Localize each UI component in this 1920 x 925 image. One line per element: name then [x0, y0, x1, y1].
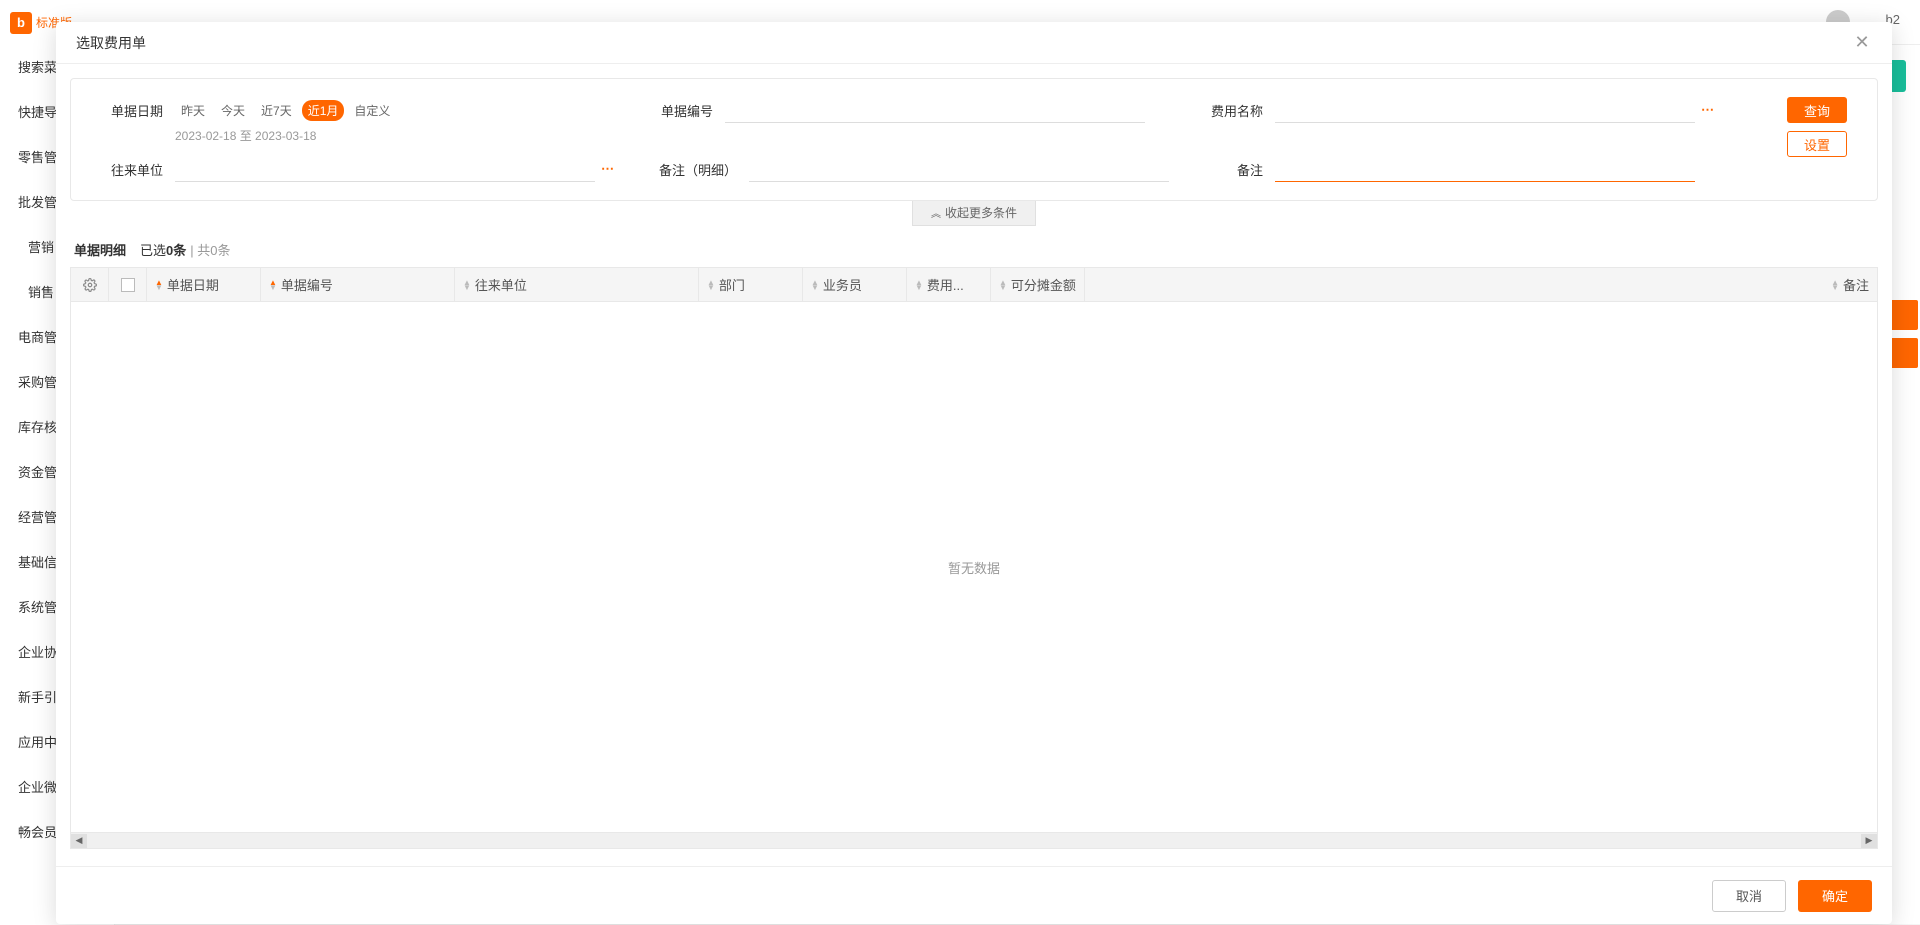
filter-actions: 查询 设置 [1787, 97, 1847, 157]
filter-label-vendor: 往来单位 [101, 160, 163, 179]
filter-panel: 单据日期 昨天 今天 近7天 近1月 自定义 单据编号 费用名称 [70, 78, 1878, 201]
sort-icon: ▲▼ [1831, 280, 1839, 290]
logo-mark: b [10, 12, 32, 34]
filter-remark: 备注 [1201, 156, 1847, 182]
select-all-cell[interactable] [109, 268, 147, 301]
filter-remark-detail: 备注（明细） [651, 156, 1201, 182]
filter-label-doc-code: 单据编号 [651, 101, 713, 120]
filter-fee-name: 费用名称 ⋯ [1201, 97, 1847, 123]
confirm-button[interactable]: 确定 [1798, 880, 1872, 912]
gear-icon [83, 278, 97, 292]
modal-footer: 取消 确定 [56, 866, 1892, 924]
col-bizperson[interactable]: ▲▼业务员 [803, 268, 907, 301]
remark-detail-input[interactable] [749, 156, 1169, 182]
col-dept[interactable]: ▲▼部门 [699, 268, 803, 301]
scroll-left-icon[interactable]: ◀ [71, 834, 87, 848]
sort-icon: ▲▼ [155, 280, 163, 290]
date-quick-7days[interactable]: 近7天 [255, 100, 298, 121]
sort-icon: ▲▼ [269, 280, 277, 290]
selected-count: 已选0条 [140, 240, 186, 259]
grid-empty: 暂无数据 [71, 302, 1877, 832]
col-code[interactable]: ▲▼单据编号 [261, 268, 455, 301]
grid-header: ▲▼单据日期 ▲▼单据编号 ▲▼往来单位 ▲▼部门 ▲▼业务员 ▲▼费用... … [71, 268, 1877, 302]
bg-side-icon[interactable] [1888, 300, 1918, 330]
filter-label-date: 单据日期 [101, 101, 163, 120]
remark-input[interactable] [1275, 156, 1695, 182]
modal-select-expense: 选取费用单 ✕ 单据日期 昨天 今天 近7天 近1月 自定义 单据编号 [56, 22, 1892, 924]
sort-icon: ▲▼ [463, 280, 471, 290]
date-quick-picker: 昨天 今天 近7天 近1月 自定义 [175, 100, 396, 121]
modal-header: 选取费用单 ✕ [56, 22, 1892, 64]
date-range-text: 2023-02-18 至 2023-03-18 [175, 127, 1847, 144]
sort-icon: ▲▼ [707, 280, 715, 290]
total-count: | 共0条 [190, 240, 230, 259]
filter-label-fee-name: 费用名称 [1201, 101, 1263, 120]
modal-title: 选取费用单 [76, 33, 1852, 53]
filter-label-remark: 备注 [1201, 160, 1263, 179]
filter-label-remark-detail: 备注（明细） [651, 160, 737, 179]
collapse-label: 收起更多条件 [945, 204, 1017, 221]
query-button[interactable]: 查询 [1787, 97, 1847, 123]
column-settings-button[interactable] [71, 268, 109, 301]
date-quick-yesterday[interactable]: 昨天 [175, 100, 211, 121]
horizontal-scrollbar[interactable]: ◀ ▶ [71, 832, 1877, 848]
sort-icon: ▲▼ [811, 280, 819, 290]
bg-side-icon[interactable] [1888, 338, 1918, 368]
vendor-input[interactable] [175, 156, 595, 182]
detail-title: 单据明细 [74, 240, 126, 259]
empty-text: 暂无数据 [948, 558, 1000, 577]
cancel-button[interactable]: 取消 [1712, 880, 1786, 912]
filter-vendor: 往来单位 ⋯ [101, 156, 651, 182]
filter-date: 单据日期 昨天 今天 近7天 近1月 自定义 [101, 97, 651, 123]
detail-header: 单据明细 已选0条 | 共0条 [70, 240, 1878, 259]
modal-body: 单据日期 昨天 今天 近7天 近1月 自定义 单据编号 费用名称 [56, 64, 1892, 866]
settings-button[interactable]: 设置 [1787, 131, 1847, 157]
date-quick-today[interactable]: 今天 [215, 100, 251, 121]
scroll-right-icon[interactable]: ▶ [1861, 834, 1877, 848]
col-fee[interactable]: ▲▼费用... [907, 268, 991, 301]
col-vendor[interactable]: ▲▼往来单位 [455, 268, 699, 301]
sort-icon: ▲▼ [999, 280, 1007, 290]
doc-code-input[interactable] [725, 97, 1145, 123]
filter-doc-code: 单据编号 [651, 97, 1201, 123]
checkbox-icon [121, 278, 135, 292]
date-quick-custom[interactable]: 自定义 [348, 100, 396, 121]
data-grid: ▲▼单据日期 ▲▼单据编号 ▲▼往来单位 ▲▼部门 ▲▼业务员 ▲▼费用... … [70, 267, 1878, 849]
close-icon[interactable]: ✕ [1852, 33, 1872, 53]
col-remark[interactable]: ▲▼备注 [1085, 268, 1877, 301]
chevron-up-icon: ︽ [931, 205, 941, 220]
col-amount[interactable]: ▲▼可分摊金额 [991, 268, 1085, 301]
fee-name-input[interactable] [1275, 97, 1695, 123]
col-date[interactable]: ▲▼单据日期 [147, 268, 261, 301]
vendor-lookup-icon[interactable]: ⋯ [601, 161, 614, 177]
fee-name-lookup-icon[interactable]: ⋯ [1701, 102, 1714, 118]
date-quick-1month[interactable]: 近1月 [302, 100, 345, 121]
collapse-filters-button[interactable]: ︽ 收起更多条件 [912, 200, 1036, 226]
sort-icon: ▲▼ [915, 280, 923, 290]
